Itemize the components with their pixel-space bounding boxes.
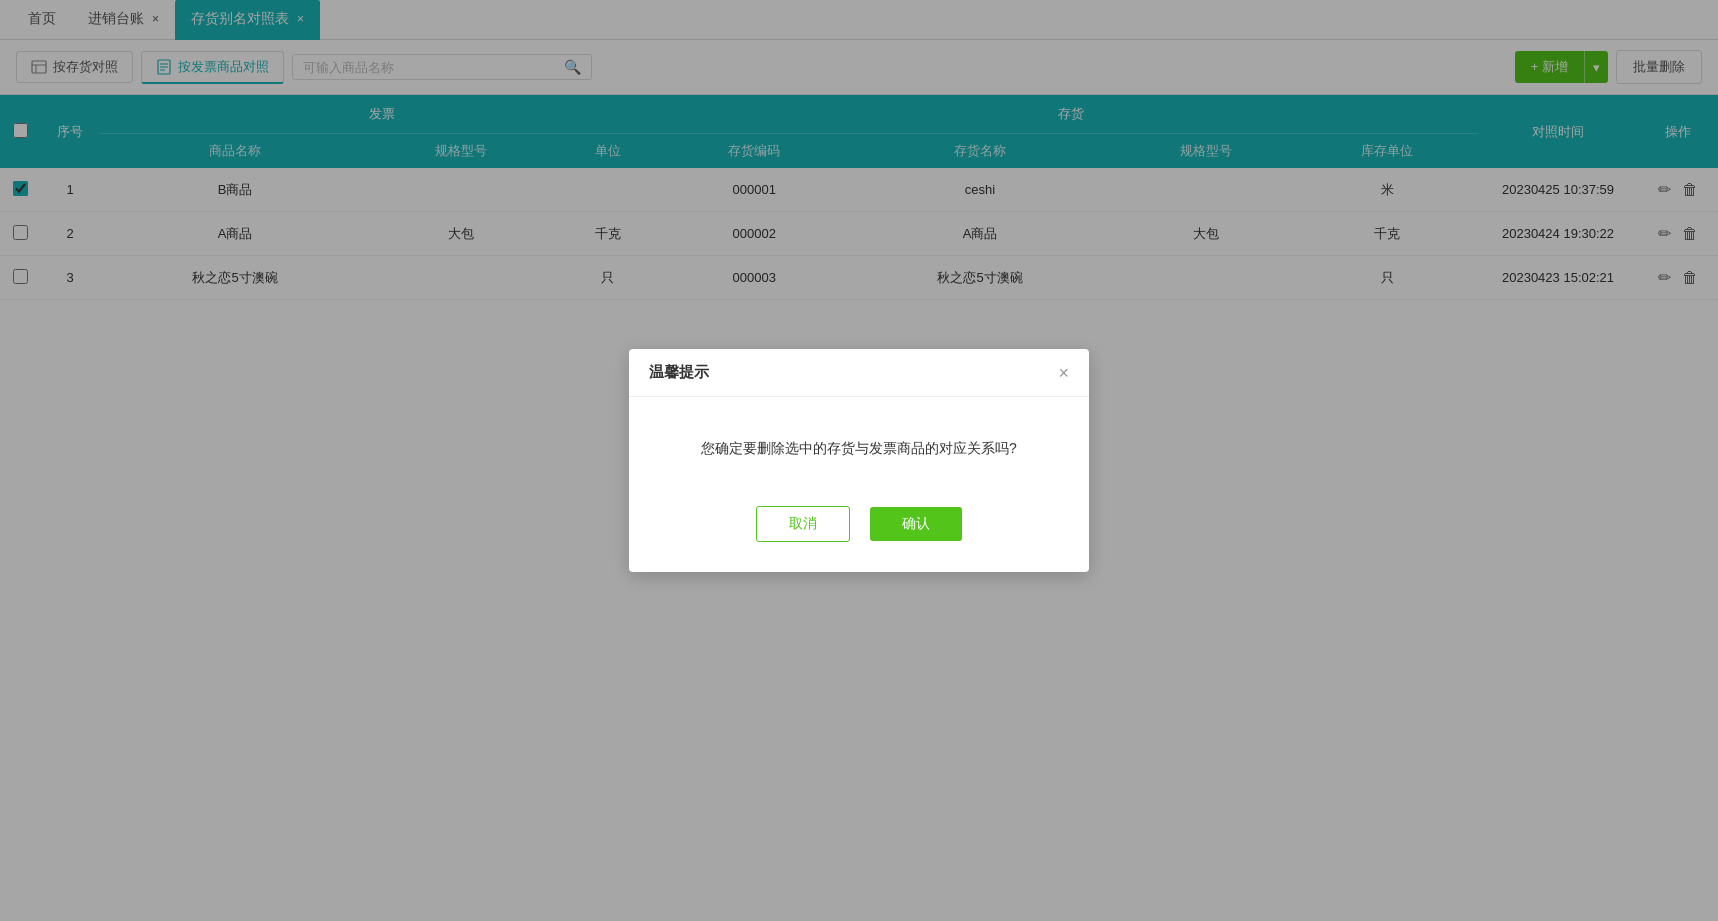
dialog-cancel-button[interactable]: 取消 [756, 506, 850, 542]
dialog-close-button[interactable]: × [1058, 364, 1069, 382]
dialog-title: 温馨提示 [649, 363, 709, 382]
dialog-footer: 取消 确认 [629, 490, 1089, 572]
dialog-header: 温馨提示 × [629, 349, 1089, 397]
overlay: 温馨提示 × 您确定要删除选中的存货与发票商品的对应关系吗? 取消 确认 [0, 0, 1718, 921]
dialog-body: 您确定要删除选中的存货与发票商品的对应关系吗? [629, 397, 1089, 489]
dialog: 温馨提示 × 您确定要删除选中的存货与发票商品的对应关系吗? 取消 确认 [629, 349, 1089, 571]
dialog-confirm-button[interactable]: 确认 [870, 507, 962, 541]
dialog-message: 您确定要删除选中的存货与发票商品的对应关系吗? [701, 440, 1017, 456]
